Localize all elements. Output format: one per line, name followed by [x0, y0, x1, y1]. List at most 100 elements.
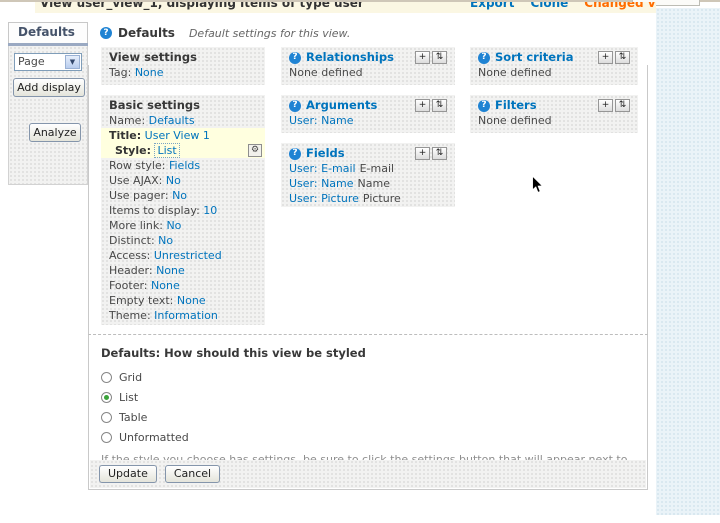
setting-row-morelink: More link: No	[101, 218, 265, 233]
radio-option-table[interactable]: Table	[101, 411, 635, 424]
setting-row-distinct: Distinct: No	[101, 233, 265, 248]
panel-fields: ? Fields + ⇅ User: E-mailE-mail User: Na…	[281, 143, 455, 207]
panel-relationships: ? Relationships + ⇅ None defined	[281, 47, 455, 85]
help-icon[interactable]: ?	[478, 52, 490, 64]
field-link[interactable]: User: E-mail	[289, 162, 356, 175]
setting-row-ajax: Use AJAX: No	[101, 173, 265, 188]
updown-icon: ⇅	[436, 98, 444, 113]
setting-row-style: Style: List ⚙	[101, 143, 265, 158]
setting-value-link[interactable]: No	[172, 189, 187, 202]
add-button[interactable]: +	[415, 147, 430, 160]
tag-value-link[interactable]: None	[135, 66, 164, 79]
help-icon[interactable]: ?	[478, 100, 490, 112]
radio-label[interactable]: Grid	[119, 371, 142, 384]
fields-title-link[interactable]: Fields	[306, 146, 345, 161]
radio-label[interactable]: Table	[119, 411, 147, 424]
argument-link[interactable]: User: Name	[289, 114, 354, 127]
cancel-button[interactable]: Cancel	[165, 465, 220, 483]
update-button[interactable]: Update	[99, 465, 157, 483]
add-button[interactable]: +	[598, 99, 613, 112]
style-form: Defaults: How should this view be styled…	[88, 334, 648, 490]
radio-button[interactable]	[101, 412, 112, 423]
help-icon[interactable]: ?	[289, 52, 301, 64]
panel-filters: ? Filters + ⇅ None defined	[470, 95, 638, 133]
setting-value-link[interactable]: Defaults	[149, 114, 195, 127]
view-title: View user_view_1, displaying items of ty…	[40, 2, 364, 10]
setting-value-link[interactable]: Unrestricted	[154, 249, 222, 262]
empty-text: None defined	[478, 113, 630, 128]
panel-basic-settings: Basic settings Name: Defaults Title: Use…	[101, 95, 265, 325]
tag-label: Tag:	[109, 66, 131, 79]
display-type-select[interactable]: Page ▼	[14, 53, 82, 71]
setting-value-link[interactable]: Information	[154, 309, 218, 322]
updown-icon: ⇅	[436, 146, 444, 161]
rearrange-button[interactable]: ⇅	[615, 51, 630, 64]
add-display-button[interactable]: Add display	[13, 78, 85, 97]
setting-value-link[interactable]: No	[166, 219, 181, 232]
page-background	[656, 8, 720, 515]
setting-row-header: Header: None	[101, 263, 265, 278]
tab-defaults[interactable]: Defaults	[8, 22, 88, 43]
setting-row-footer: Footer: None	[101, 278, 265, 293]
updown-icon: ⇅	[619, 98, 627, 113]
gear-icon: ⚙	[251, 143, 259, 158]
relationships-title-link[interactable]: Relationships	[306, 50, 394, 65]
setting-row-access: Access: Unrestricted	[101, 248, 265, 263]
setting-value-link[interactable]: Fields	[169, 159, 200, 172]
filters-title-link[interactable]: Filters	[495, 98, 537, 113]
setting-value-link[interactable]: No	[158, 234, 173, 247]
setting-value-link[interactable]: None	[151, 279, 180, 292]
panel-sort-criteria: ? Sort criteria + ⇅ None defined	[470, 47, 638, 85]
setting-value-link[interactable]: User View 1	[145, 129, 210, 142]
field-link[interactable]: User: Picture	[289, 192, 359, 205]
style-form-title: Defaults: How should this view be styled	[101, 346, 635, 360]
panel-title: Basic settings	[109, 98, 257, 113]
page-title: Defaults	[118, 26, 175, 40]
radio-option-unformatted[interactable]: Unformatted	[101, 431, 635, 444]
rearrange-button[interactable]: ⇅	[432, 51, 447, 64]
sort-criteria-title-link[interactable]: Sort criteria	[495, 50, 573, 65]
radio-option-grid[interactable]: Grid	[101, 371, 635, 384]
arguments-title-link[interactable]: Arguments	[306, 98, 377, 113]
radio-option-list[interactable]: List	[101, 391, 635, 404]
style-settings-button[interactable]: ⚙	[248, 144, 262, 157]
display-sidebar: Page ▼ Add display Analyze	[8, 46, 88, 185]
setting-value-link[interactable]: List	[154, 143, 179, 158]
help-icon[interactable]: ?	[100, 27, 112, 39]
setting-value-link[interactable]: No	[166, 174, 181, 187]
form-actions-bar: Update Cancel	[90, 460, 646, 488]
plus-icon: +	[419, 50, 427, 65]
add-button[interactable]: +	[598, 51, 613, 64]
rearrange-button[interactable]: ⇅	[432, 99, 447, 112]
updown-icon: ⇅	[619, 50, 627, 65]
field-link[interactable]: User: Name	[289, 177, 354, 190]
help-icon[interactable]: ?	[289, 100, 301, 112]
clone-link[interactable]: Clone	[530, 2, 568, 10]
setting-value-link[interactable]: None	[156, 264, 185, 277]
help-icon[interactable]: ?	[289, 148, 301, 160]
radio-button[interactable]	[101, 392, 112, 403]
setting-row-name: Name: Defaults	[101, 113, 265, 128]
setting-row-theme: Theme: Information	[101, 308, 265, 323]
add-button: +	[415, 51, 430, 64]
changed-view-badge: Changed view	[584, 2, 656, 10]
setting-row-items: Items to display: 10	[101, 203, 265, 218]
analyze-button[interactable]: Analyze	[29, 123, 81, 142]
setting-value-link[interactable]: None	[177, 294, 206, 307]
radio-button[interactable]	[101, 432, 112, 443]
panel-arguments: ? Arguments + ⇅ User: Name	[281, 95, 455, 133]
radio-label[interactable]: Unformatted	[119, 431, 189, 444]
field-label: Picture	[363, 192, 401, 205]
field-item: User: Name Name	[289, 176, 447, 191]
setting-value-link[interactable]: 10	[203, 204, 217, 217]
setting-row-rowstyle: Row style: Fields	[101, 158, 265, 173]
add-button[interactable]: +	[415, 99, 430, 112]
field-label: Name	[358, 177, 390, 190]
rearrange-button[interactable]: ⇅	[615, 99, 630, 112]
rearrange-button[interactable]: ⇅	[432, 147, 447, 160]
export-link[interactable]: Export	[470, 2, 514, 10]
radio-label[interactable]: List	[119, 391, 138, 404]
setting-row-pager: Use pager: No	[101, 188, 265, 203]
radio-button[interactable]	[101, 372, 112, 383]
empty-text: None defined	[289, 65, 447, 80]
